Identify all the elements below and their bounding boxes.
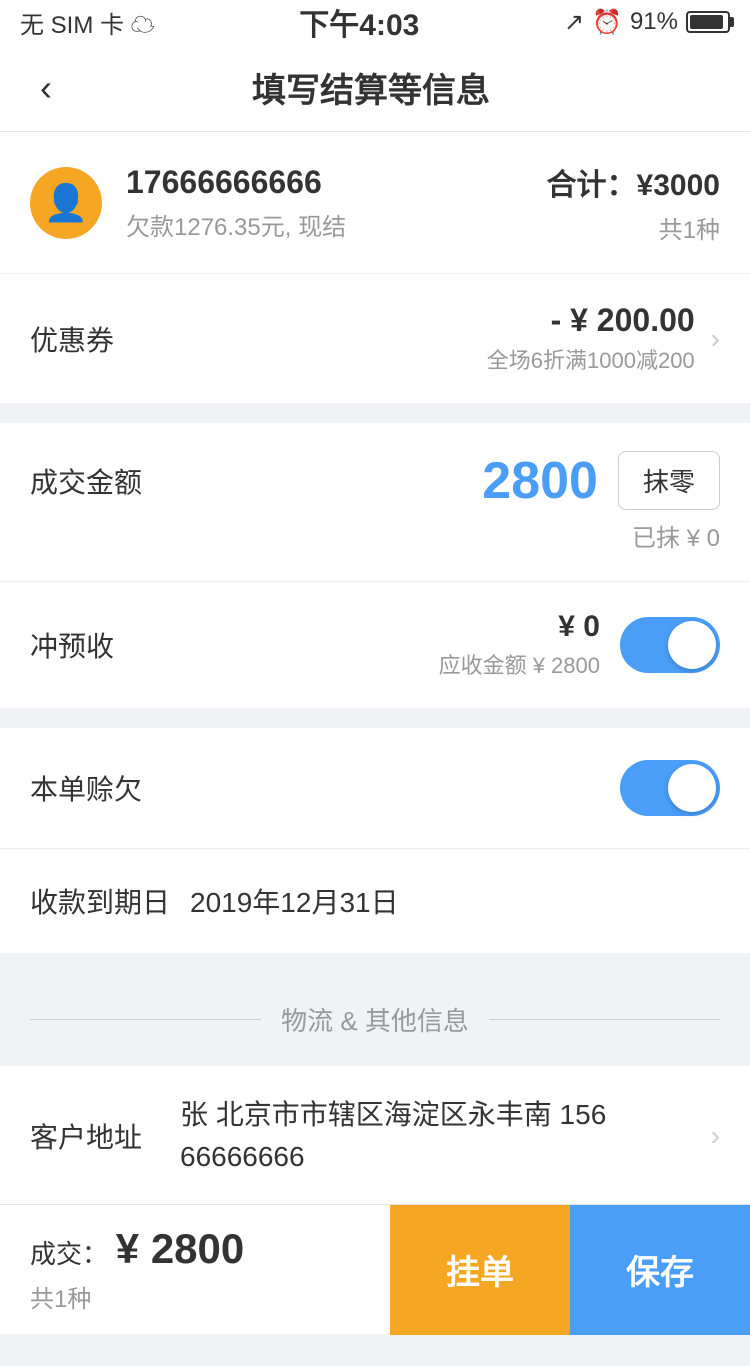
total-amount: 合计：¥3000 xyxy=(547,160,720,204)
deal-amount: 2800 xyxy=(482,455,598,507)
location-icon: ↗ xyxy=(564,8,584,37)
footer-deal-amount: ¥ 2800 xyxy=(116,1225,244,1272)
nav-bar: ‹ 填写结算等信息 xyxy=(0,44,750,132)
coupon-value: - ¥ 200.00 全场6折满1000减200 xyxy=(487,302,695,375)
round-button[interactable]: 抹零 xyxy=(618,451,720,510)
deal-card: 成交金额 2800 抹零 已抹 ¥ 0 冲预收 ¥ 0 应收金额 ¥ 2800 xyxy=(0,423,750,708)
date-section: 收款到期日 2019年12月31日 xyxy=(0,848,750,953)
date-value: 2019年12月31日 xyxy=(190,881,399,921)
status-right: ↗ ⏰ 91% xyxy=(564,8,730,37)
customer-subtext: 欠款1276.35元, 现结 xyxy=(126,207,547,242)
hold-button[interactable]: 挂单 xyxy=(390,1205,570,1335)
content-area: 👤 17666666666 欠款1276.35元, 现结 合计：¥3000 共1… xyxy=(0,132,750,1366)
address-card[interactable]: 客户地址 张 北京市市辖区海淀区永丰南 156 66666666 › xyxy=(0,1066,750,1206)
customer-card: 👤 17666666666 欠款1276.35元, 现结 合计：¥3000 共1… xyxy=(0,132,750,403)
advance-toggle[interactable] xyxy=(620,617,720,673)
alarm-icon: ⏰ xyxy=(592,8,622,37)
deal-right: 2800 抹零 xyxy=(482,451,720,510)
advance-label: 冲预收 xyxy=(30,625,114,665)
divider-line-right xyxy=(489,1019,720,1020)
save-button[interactable]: 保存 xyxy=(570,1205,750,1335)
deal-row: 成交金额 2800 抹零 xyxy=(30,451,720,510)
deal-sub: 已抹 ¥ 0 xyxy=(30,518,720,553)
debit-label: 本单赊欠 xyxy=(30,768,142,808)
advance-amount: ¥ 0 应收金额 ¥ 2800 xyxy=(439,610,600,680)
advance-section: 冲预收 ¥ 0 应收金额 ¥ 2800 xyxy=(0,581,750,708)
footer-count: 共1种 xyxy=(30,1279,360,1314)
date-label: 收款到期日 xyxy=(30,881,170,921)
debit-card: 本单赊欠 收款到期日 2019年12月31日 xyxy=(0,728,750,953)
status-bar: 无 SIM 卡 ☁ 下午4:03 ↗ ⏰ 91% xyxy=(0,0,750,44)
advance-right: ¥ 0 应收金额 ¥ 2800 xyxy=(439,610,720,680)
address-chevron-icon: › xyxy=(711,1120,720,1152)
address-label: 客户地址 xyxy=(30,1116,150,1156)
coupon-label: 优惠券 xyxy=(30,319,150,359)
debit-toggle-knob xyxy=(668,764,716,812)
advance-amount-value: ¥ 0 xyxy=(439,610,600,644)
page-title: 填写结算等信息 xyxy=(82,63,660,112)
deal-section: 成交金额 2800 抹零 已抹 ¥ 0 xyxy=(0,423,750,581)
advance-row: 冲预收 ¥ 0 应收金额 ¥ 2800 xyxy=(30,610,720,680)
footer: 成交： ¥ 2800 共1种 挂单 保存 xyxy=(0,1204,750,1334)
advance-amount-sub: 应收金额 ¥ 2800 xyxy=(439,648,600,680)
avatar: 👤 xyxy=(30,167,102,239)
coupon-row[interactable]: 优惠券 - ¥ 200.00 全场6折满1000减200 › xyxy=(0,273,750,403)
customer-info: 17666666666 欠款1276.35元, 现结 xyxy=(126,164,547,242)
battery-fill xyxy=(690,15,723,29)
status-left: 无 SIM 卡 ☁ xyxy=(20,5,155,40)
deal-label: 成交金额 xyxy=(30,461,142,501)
footer-deal-row: 成交： ¥ 2800 xyxy=(30,1225,360,1273)
customer-row: 👤 17666666666 欠款1276.35元, 现结 合计：¥3000 共1… xyxy=(0,132,750,273)
back-button[interactable]: ‹ xyxy=(30,57,62,119)
total-info: 合计：¥3000 共1种 xyxy=(547,160,720,245)
customer-phone: 17666666666 xyxy=(126,164,547,201)
coupon-amount: - ¥ 200.00 xyxy=(487,302,695,339)
address-value: 张 北京市市辖区海淀区永丰南 156 66666666 xyxy=(180,1094,691,1178)
avatar-icon: 👤 xyxy=(44,182,89,224)
logistics-label: 物流 & 其他信息 xyxy=(281,1001,469,1038)
battery-icon xyxy=(686,11,730,33)
debit-toggle[interactable] xyxy=(620,760,720,816)
divider-line-left xyxy=(30,1019,261,1020)
footer-summary: 成交： ¥ 2800 共1种 xyxy=(0,1225,390,1314)
battery-percent: 91% xyxy=(630,8,678,36)
debit-section: 本单赊欠 xyxy=(0,728,750,848)
logistics-divider: 物流 & 其他信息 xyxy=(0,973,750,1066)
battery-cap xyxy=(730,17,734,27)
total-count: 共1种 xyxy=(547,210,720,245)
sim-label: 无 SIM 卡 ☁ xyxy=(20,5,155,40)
address-section[interactable]: 客户地址 张 北京市市辖区海淀区永丰南 156 66666666 › xyxy=(0,1066,750,1206)
footer-deal-label: 成交： xyxy=(30,1239,108,1269)
coupon-desc: 全场6折满1000减200 xyxy=(487,343,695,375)
toggle-knob xyxy=(668,621,716,669)
status-time: 下午4:03 xyxy=(299,0,419,44)
coupon-chevron-icon: › xyxy=(711,323,720,355)
